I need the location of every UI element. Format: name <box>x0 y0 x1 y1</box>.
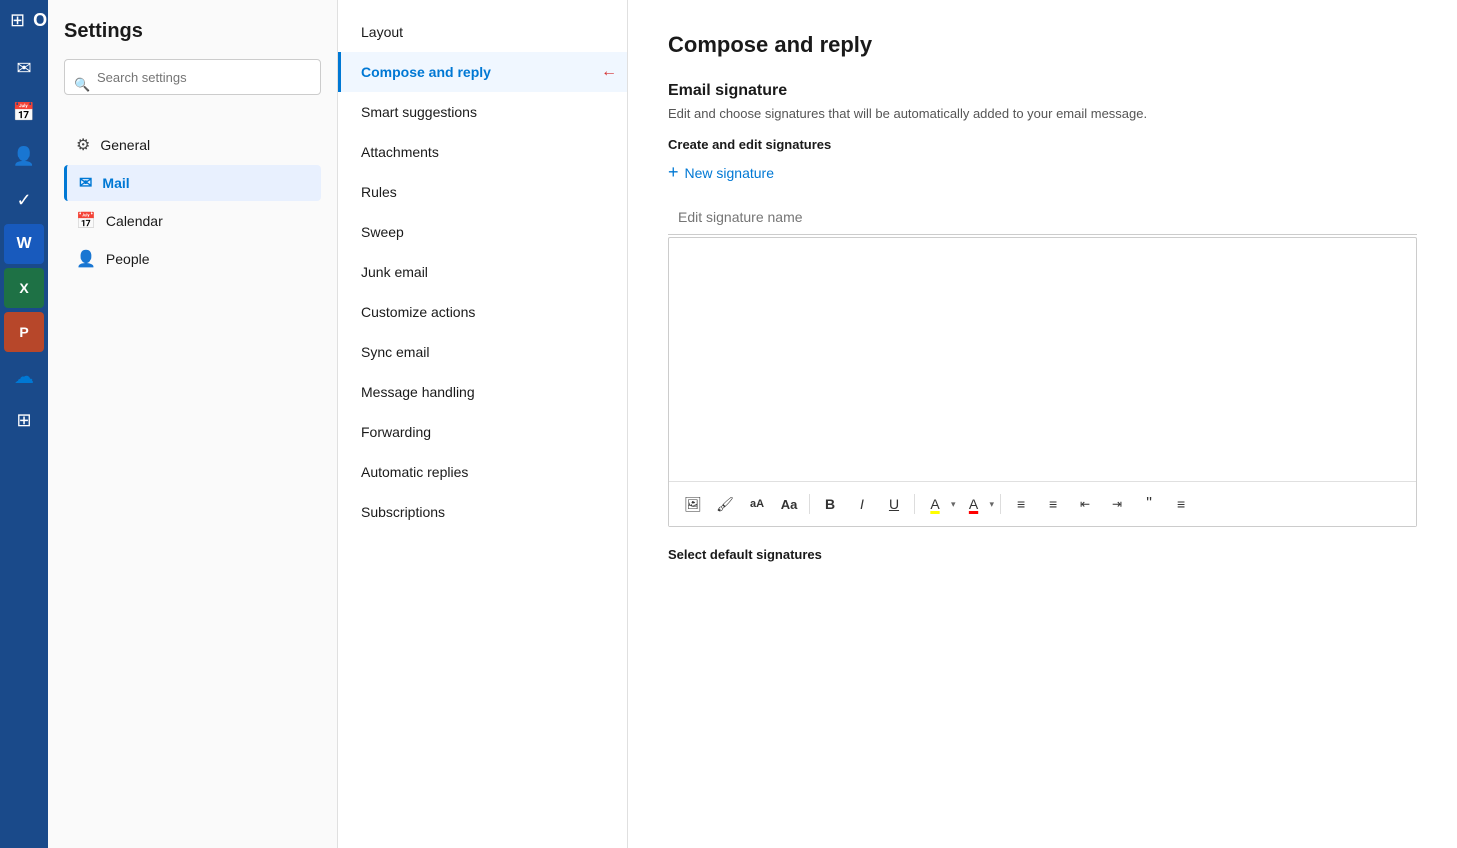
insert-image-button[interactable]: 🖼 <box>679 490 707 518</box>
mail-icon: ✉ <box>79 173 92 193</box>
settings-title: Settings <box>64 40 321 43</box>
highlight-button[interactable]: A <box>921 490 949 518</box>
font-shrink-button[interactable]: aA <box>743 490 771 518</box>
underline-button[interactable]: U <box>880 490 908 518</box>
bold-button[interactable]: B <box>816 490 844 518</box>
people-icon: 👤 <box>76 249 96 269</box>
sidebar-apps-icon[interactable]: ⊞ <box>4 400 44 440</box>
middle-item-subscriptions[interactable]: Subscriptions <box>338 492 627 532</box>
toolbar-separator-3 <box>1000 494 1001 514</box>
middle-item-compose[interactable]: Compose and reply ← <box>338 52 627 92</box>
toolbar-separator-1 <box>809 494 810 514</box>
signature-text-area[interactable] <box>669 238 1416 476</box>
signature-name-input[interactable] <box>668 199 1417 235</box>
page-title: Compose and reply <box>668 40 1417 58</box>
toolbar-separator-2 <box>914 494 915 514</box>
settings-left-panel: Settings 🔍 ⚙ General ✉ Mail 📅 Calendar 👤… <box>48 40 338 848</box>
number-list-button[interactable]: ≡ <box>1039 490 1067 518</box>
sidebar-excel-icon[interactable]: X <box>4 268 44 308</box>
middle-item-attachments[interactable]: Attachments <box>338 132 627 172</box>
search-icon: 🔍 <box>74 77 90 93</box>
signature-toolbar: 🖼 🖌 aA Aa B I U A ▾ A ▾ <box>669 481 1416 526</box>
create-edit-label: Create and edit signatures <box>668 137 1417 152</box>
sidebar-mail-icon[interactable]: ✉ <box>4 48 44 88</box>
settings-panel: Settings 🔍 ⚙ General ✉ Mail 📅 Calendar 👤… <box>48 40 1457 848</box>
nav-item-general[interactable]: ⚙ General <box>64 127 321 163</box>
settings-middle-panel: Layout Compose and reply ← Smart suggest… <box>338 40 628 848</box>
nav-item-calendar[interactable]: 📅 Calendar <box>64 203 321 239</box>
align-button[interactable]: ≡ <box>1167 490 1195 518</box>
middle-item-autoreplies[interactable]: Automatic replies <box>338 452 627 492</box>
font-color-dropdown[interactable]: A ▾ <box>960 490 995 518</box>
plus-icon: + <box>668 162 679 183</box>
settings-content-area: Compose and reply Email signature Edit a… <box>628 40 1457 848</box>
middle-item-layout[interactable]: Layout <box>338 40 627 52</box>
sidebar-onedrive-icon[interactable]: ☁ <box>4 356 44 396</box>
sidebar-check-icon[interactable]: ✓ <box>4 180 44 220</box>
nav-item-people[interactable]: 👤 People <box>64 241 321 277</box>
middle-item-forwarding[interactable]: Forwarding <box>338 412 627 452</box>
font-grow-button[interactable]: Aa <box>775 490 803 518</box>
quote-button[interactable]: " <box>1135 490 1163 518</box>
indent-left-button[interactable]: ⇤ <box>1071 490 1099 518</box>
bullet-list-button[interactable]: ≡ <box>1007 490 1035 518</box>
font-color-button[interactable]: A <box>960 490 988 518</box>
calendar-icon: 📅 <box>76 211 96 231</box>
nav-item-mail[interactable]: ✉ Mail <box>64 165 321 201</box>
sidebar-calendar-icon[interactable]: 📅 <box>4 92 44 132</box>
sidebar-word-icon[interactable]: W <box>4 224 44 264</box>
search-wrapper: 🔍 <box>64 59 321 111</box>
font-color-chevron[interactable]: ▾ <box>990 499 995 510</box>
grid-icon[interactable]: ⊞ <box>10 10 25 31</box>
middle-item-message[interactable]: Message handling <box>338 372 627 412</box>
settings-search-input[interactable] <box>64 59 321 95</box>
general-icon: ⚙ <box>76 135 90 155</box>
middle-item-junk[interactable]: Junk email <box>338 252 627 292</box>
highlight-chevron[interactable]: ▾ <box>951 499 956 510</box>
sidebar-people-icon[interactable]: 👤 <box>4 136 44 176</box>
new-signature-label: New signature <box>685 165 775 181</box>
sidebar-powerpoint-icon[interactable]: P <box>4 312 44 352</box>
signature-editor[interactable]: 🖼 🖌 aA Aa B I U A ▾ A ▾ <box>668 237 1417 527</box>
clear-format-button[interactable]: 🖌 <box>711 490 739 518</box>
main-layout: ✉ 📅 👤 ✓ W X P ☁ ⊞ Settings 🔍 ⚙ General ✉… <box>0 40 1457 848</box>
middle-item-smart[interactable]: Smart suggestions <box>338 92 627 132</box>
highlight-dropdown[interactable]: A ▾ <box>921 490 956 518</box>
icon-sidebar: ✉ 📅 👤 ✓ W X P ☁ ⊞ <box>0 40 48 848</box>
new-signature-button[interactable]: + New signature <box>668 162 774 183</box>
indent-right-button[interactable]: ⇥ <box>1103 490 1131 518</box>
middle-item-customize[interactable]: Customize actions <box>338 292 627 332</box>
italic-button[interactable]: I <box>848 490 876 518</box>
email-sig-desc: Edit and choose signatures that will be … <box>668 106 1417 121</box>
email-sig-title: Email signature <box>668 82 1417 100</box>
middle-item-sync[interactable]: Sync email <box>338 332 627 372</box>
middle-item-sweep[interactable]: Sweep <box>338 212 627 252</box>
middle-item-rules[interactable]: Rules <box>338 172 627 212</box>
compose-arrow: ← <box>601 63 617 81</box>
select-default-label: Select default signatures <box>668 547 1417 562</box>
